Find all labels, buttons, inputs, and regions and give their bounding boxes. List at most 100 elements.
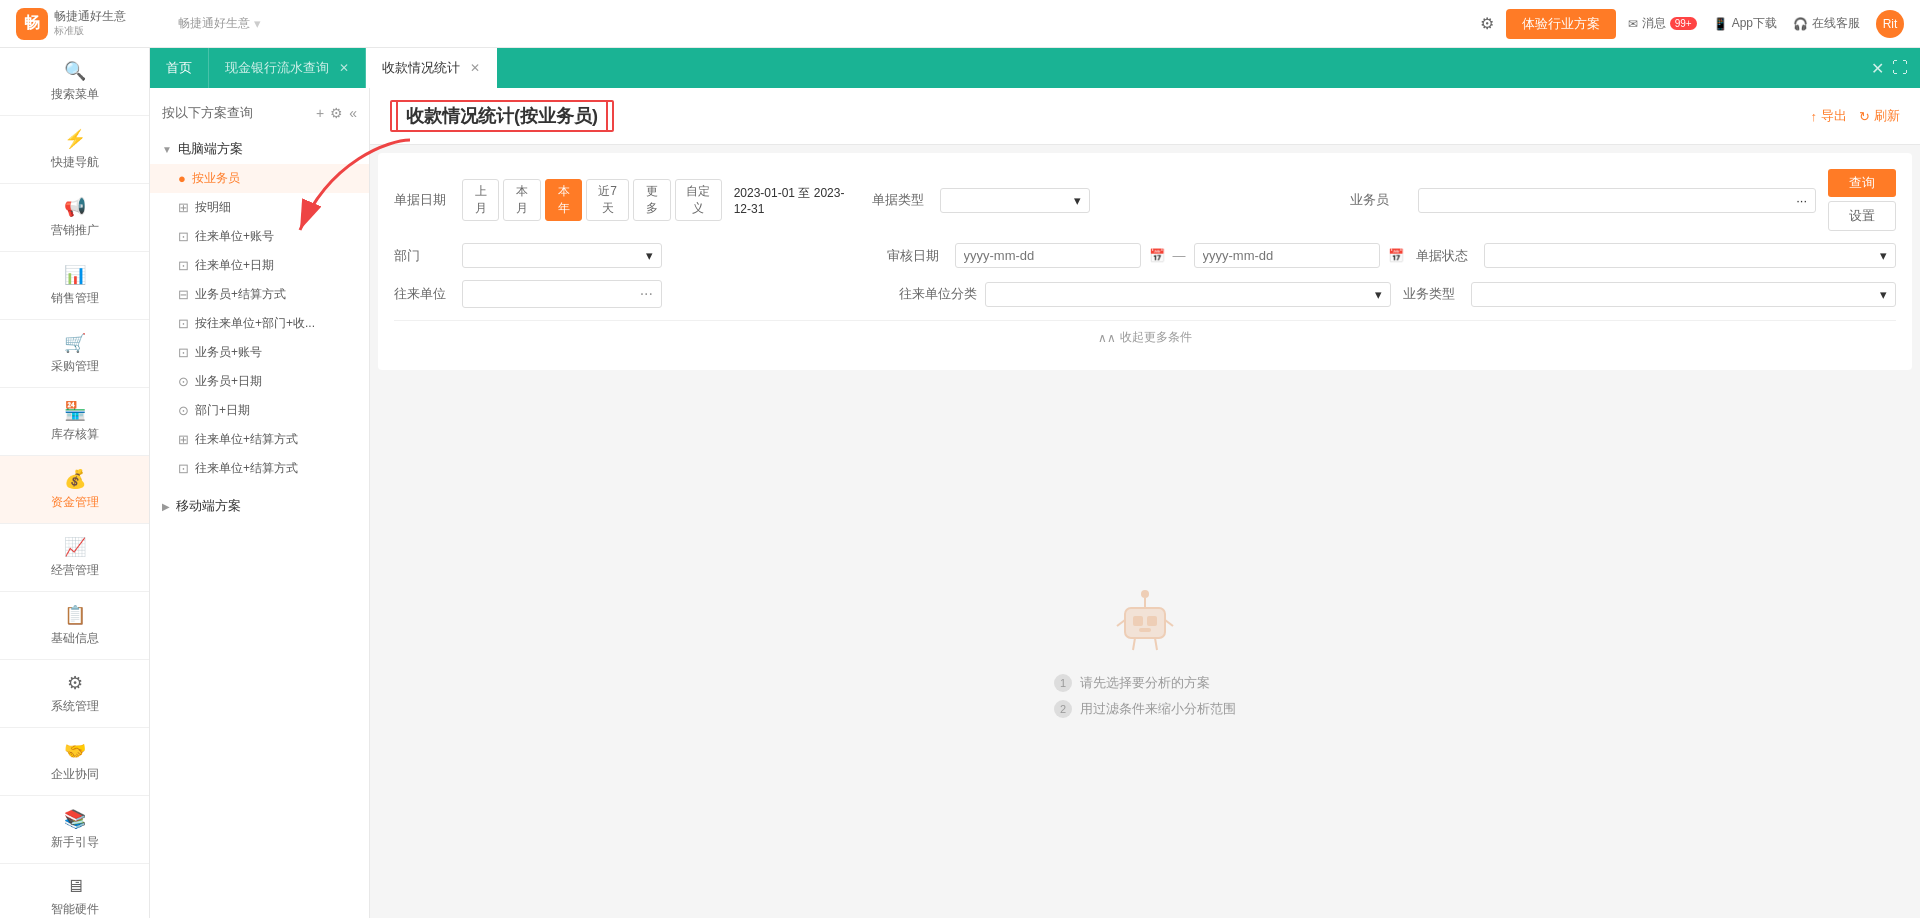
quicknav-icon: ⚡ [64, 128, 86, 150]
trial-button[interactable]: 体验行业方案 [1506, 9, 1616, 39]
sidebar-item-collab[interactable]: 🤝 企业协同 [0, 728, 149, 796]
tree-item-sd-label: 业务员+日期 [195, 373, 262, 390]
tree-item-partner-date[interactable]: ⊡ 往来单位+日期 [150, 251, 369, 280]
tree-item-partner-settle2[interactable]: ⊡ 往来单位+结算方式 [150, 454, 369, 483]
tree-item-pa-label: 往来单位+账号 [195, 228, 274, 245]
filter-partner-cat-label: 往来单位分类 [899, 285, 977, 303]
panel-collapse-icon[interactable]: « [349, 105, 357, 121]
settings-button[interactable]: 设置 [1828, 201, 1896, 231]
empty-steps: 1 请先选择要分析的方案 2 用过滤条件来缩小分析范围 [1054, 674, 1236, 718]
date-btn-last-month[interactable]: 上月 [462, 179, 499, 221]
tree-item-dd-label: 部门+日期 [195, 402, 250, 419]
tree-section-mobile-title[interactable]: ▶ 移动端方案 [150, 491, 369, 521]
date-btn-custom[interactable]: 自定义 [675, 179, 722, 221]
filter-row-1: 单据日期 上月 本月 本年 近7天 更多 自定义 2023-01-01 至 20… [394, 169, 1896, 231]
tree-section-mobile-label: 移动端方案 [176, 497, 241, 515]
tree-item-by-salesman[interactable]: ● 按业务员 [150, 164, 369, 193]
app-download-label: App下载 [1732, 15, 1777, 32]
refresh-button[interactable]: ↻ 刷新 [1859, 107, 1900, 125]
collapse-button[interactable]: ∧∧ 收起更多条件 [394, 320, 1896, 354]
sidebar-item-finance[interactable]: 💰 资金管理 [0, 456, 149, 524]
filter-col-biztype: 业务类型 ▾ [1403, 282, 1896, 307]
tab-receipts-label: 收款情况统计 [382, 59, 460, 77]
step-2-num: 2 [1054, 700, 1072, 718]
gear-icon[interactable]: ⚙ [1480, 14, 1494, 33]
add-scheme-icon[interactable]: + [316, 105, 324, 121]
message-action[interactable]: ✉ 消息 99+ [1628, 15, 1697, 32]
header-right: ✉ 消息 99+ 📱 App下载 🎧 在线客服 Rit [1628, 10, 1904, 38]
tab-expand-icon[interactable]: ⛶ [1892, 59, 1908, 77]
filter-partner-cat-select[interactable]: ▾ [985, 282, 1392, 307]
filter-biztype-label: 业务类型 [1403, 285, 1463, 303]
tree-item-partner-settle1[interactable]: ⊞ 往来单位+结算方式 [150, 425, 369, 454]
date-btn-more[interactable]: 更多 [633, 179, 670, 221]
tree-item-sd-icon: ⊙ [178, 374, 189, 389]
tab-receipts-close[interactable]: ✕ [470, 61, 480, 75]
date-btn-7days[interactable]: 近7天 [586, 179, 629, 221]
tree-item-ps1-label: 往来单位+结算方式 [195, 431, 298, 448]
left-panel-header: 按以下方案查询 + ⚙ « [150, 96, 369, 130]
tree-section-desktop: ▼ 电脑端方案 ● 按业务员 ⊞ 按明细 ⊡ 往来单位+账号 [150, 130, 369, 487]
calendar-to-icon[interactable]: 📅 [1388, 248, 1404, 263]
tab-cashflow-label: 现金银行流水查询 [225, 59, 329, 77]
online-service-action[interactable]: 🎧 在线客服 [1793, 15, 1860, 32]
tab-cashflow[interactable]: 现金银行流水查询 ✕ [209, 48, 366, 88]
sidebar-item-system[interactable]: ⚙ 系统管理 [0, 660, 149, 728]
sidebar-item-basic[interactable]: 📋 基础信息 [0, 592, 149, 660]
tab-close-all-icon[interactable]: ✕ [1871, 59, 1884, 78]
tree-item-by-partner-dept[interactable]: ⊡ 按往来单位+部门+收... [150, 309, 369, 338]
collapse-label: 收起更多条件 [1120, 329, 1192, 346]
date-btn-this-month[interactable]: 本月 [503, 179, 540, 221]
main-body: 按以下方案查询 + ⚙ « ▼ 电脑端方案 ● 按业务员 [150, 88, 1920, 918]
tree-item-salesman-date[interactable]: ⊙ 业务员+日期 [150, 367, 369, 396]
sidebar-item-sales[interactable]: 📊 销售管理 [0, 252, 149, 320]
step-2-text: 用过滤条件来缩小分析范围 [1080, 700, 1236, 718]
tree-section-desktop-title[interactable]: ▼ 电脑端方案 [150, 134, 369, 164]
filter-review-to-input[interactable] [1194, 243, 1380, 268]
filter-review-from-input[interactable] [955, 243, 1141, 268]
tree-item-dept-date[interactable]: ⊙ 部门+日期 [150, 396, 369, 425]
tree-arrow-down-icon: ▼ [162, 144, 172, 155]
query-button[interactable]: 查询 [1828, 169, 1896, 197]
scheme-settings-icon[interactable]: ⚙ [330, 105, 343, 121]
tree-item-sac-label: 业务员+账号 [195, 344, 262, 361]
search-icon: 🔍 [64, 60, 86, 82]
filter-partner-more-icon[interactable]: ··· [640, 285, 653, 303]
sidebar-item-search[interactable]: 🔍 搜索菜单 [0, 48, 149, 116]
filter-docstatus-label: 单据状态 [1416, 247, 1476, 265]
sidebar-item-hardware[interactable]: 🖥 智能硬件 [0, 864, 149, 918]
filter-docstatus-select[interactable]: ▾ [1484, 243, 1897, 268]
date-range-display: 2023-01-01 至 2023-12-31 [734, 185, 860, 216]
tree-item-by-detail[interactable]: ⊞ 按明细 [150, 193, 369, 222]
tab-cashflow-close[interactable]: ✕ [339, 61, 349, 75]
tree-item-partner-account[interactable]: ⊡ 往来单位+账号 [150, 222, 369, 251]
tab-receipts[interactable]: 收款情况统计 ✕ [366, 48, 497, 88]
sidebar-item-guide[interactable]: 📚 新手引导 [0, 796, 149, 864]
filter-dept-select[interactable]: ▾ [462, 243, 662, 268]
system-icon: ⚙ [67, 672, 83, 694]
user-avatar[interactable]: Rit [1876, 10, 1904, 38]
export-button[interactable]: ↑ 导出 [1811, 107, 1848, 125]
empty-state: 1 请先选择要分析的方案 2 用过滤条件来缩小分析范围 [370, 378, 1920, 918]
tree-item-pa-icon: ⊡ [178, 229, 189, 244]
filter-salesman-select[interactable]: ··· [1418, 188, 1816, 213]
sidebar-item-quicknav[interactable]: ⚡ 快捷导航 [0, 116, 149, 184]
tab-home[interactable]: 首页 [150, 48, 209, 88]
logo-version: 标准版 [54, 24, 126, 38]
date-btn-this-year[interactable]: 本年 [545, 179, 582, 221]
filter-partner-select[interactable]: ··· [462, 280, 662, 308]
app-download-action[interactable]: 📱 App下载 [1713, 15, 1777, 32]
tree-item-salesman-account[interactable]: ⊡ 业务员+账号 [150, 338, 369, 367]
sidebar-label-sales: 销售管理 [51, 290, 99, 307]
sidebar-item-inventory[interactable]: 🏪 库存核算 [0, 388, 149, 456]
tree-item-salesman-settlement[interactable]: ⊟ 业务员+结算方式 [150, 280, 369, 309]
filter-type-select[interactable]: ▾ [940, 188, 1090, 213]
filter-row-2: 部门 ▾ 审核日期 📅 — 📅 [394, 243, 1896, 268]
sidebar-item-marketing[interactable]: 📢 营销推广 [0, 184, 149, 252]
sidebar-item-operation[interactable]: 📈 经营管理 [0, 524, 149, 592]
calendar-from-icon[interactable]: 📅 [1149, 248, 1165, 263]
filter-dept-label: 部门 [394, 247, 454, 265]
filter-biztype-select[interactable]: ▾ [1471, 282, 1896, 307]
filter-biztype-chevron-icon: ▾ [1880, 287, 1887, 302]
sidebar-item-purchase[interactable]: 🛒 采购管理 [0, 320, 149, 388]
